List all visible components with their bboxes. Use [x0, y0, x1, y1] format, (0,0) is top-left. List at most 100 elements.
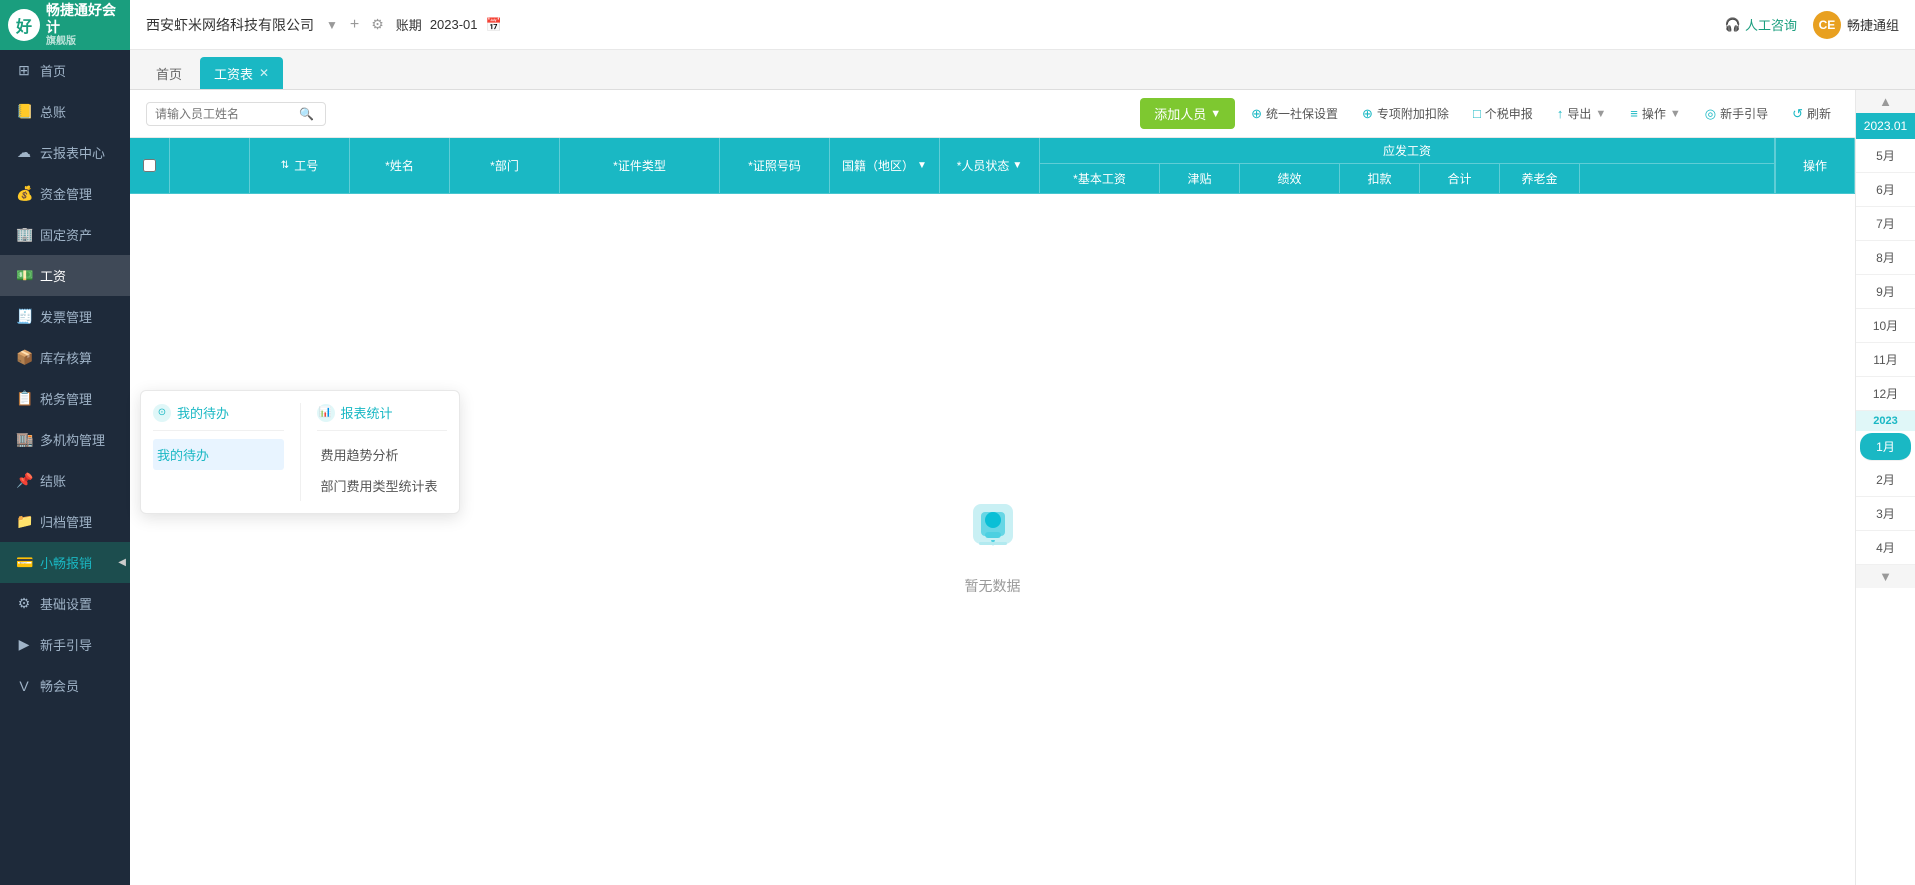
month-item-10[interactable]: 10月 — [1856, 309, 1915, 343]
sidebar-item-member[interactable]: V 畅会员 — [0, 665, 130, 706]
company-dropdown-arrow[interactable]: ▼ — [326, 18, 338, 32]
month-item-5[interactable]: 5月 — [1856, 139, 1915, 173]
dropdown-col-report-header: 📊 报表统计 — [317, 403, 448, 431]
operate-arrow: ▼ — [1670, 108, 1681, 120]
service-btn[interactable]: 🎧 人工咨询 — [1725, 15, 1797, 34]
month-item-3-2023[interactable]: 3月 — [1856, 497, 1915, 531]
tax-report-action[interactable]: □ 个税申报 — [1465, 101, 1541, 126]
tab-home[interactable]: 首页 — [142, 57, 196, 89]
operate-icon: ≡ — [1630, 106, 1638, 121]
month-item-7[interactable]: 7月 — [1856, 207, 1915, 241]
sidebar-label-home: 首页 — [40, 61, 66, 80]
dropdown-col-todo-header: ⊙ 我的待办 — [153, 403, 284, 431]
deduct-icon: ⊕ — [1362, 106, 1373, 122]
status-filter-icon[interactable]: ▼ — [917, 160, 927, 171]
month-3-2023-label: 3月 — [1876, 507, 1895, 521]
company-name: 西安虾米网络科技有限公司 — [146, 15, 314, 35]
sidebar-item-ledger[interactable]: 📒 总账 — [0, 91, 130, 132]
sidebar-item-closing[interactable]: 📌 结账 — [0, 460, 130, 501]
service-label: 人工咨询 — [1745, 15, 1797, 34]
sidebar-label-basic: 基础设置 — [40, 594, 92, 613]
tax-label: 个税申报 — [1485, 105, 1533, 122]
month-item-11[interactable]: 11月 — [1856, 343, 1915, 377]
search-icon: 🔍 — [299, 107, 314, 121]
sidebar-label-fund: 资金管理 — [40, 184, 92, 203]
calendar-icon[interactable]: 📅 — [486, 17, 502, 33]
name-sort-icon[interactable]: ⇅ — [281, 160, 289, 171]
cloud-icon: ☁ — [16, 144, 32, 161]
sidebar-item-salary[interactable]: 💵 工资 — [0, 255, 130, 296]
add-company-btn[interactable]: + — [350, 16, 359, 34]
sidebar-item-home[interactable]: ⊞ 首页 — [0, 50, 130, 91]
month-item-9[interactable]: 9月 — [1856, 275, 1915, 309]
logo-text: 畅捷通好会计 旗舰版 — [46, 2, 122, 48]
sidebar-item-cloud[interactable]: ☁ 云报表中心 — [0, 132, 130, 173]
sidebar-item-fixed[interactable]: 🏢 固定资产 — [0, 214, 130, 255]
month-item-12[interactable]: 12月 — [1856, 377, 1915, 411]
guide-action[interactable]: ◎ 新手引导 — [1697, 101, 1776, 126]
tab-salary[interactable]: 工资表 ✕ — [200, 57, 283, 89]
th-dept-label: *姓名 — [385, 157, 414, 174]
sidebar-item-xiaochang[interactable]: 💳 小畅报销 ◀ — [0, 542, 130, 583]
sidebar-item-fund[interactable]: 💰 资金管理 — [0, 173, 130, 214]
sidebar-item-inventory[interactable]: 📦 库存核算 — [0, 337, 130, 378]
guide-label: 新手引导 — [1720, 105, 1768, 122]
export-action[interactable]: ↑ 导出 ▼ — [1549, 101, 1614, 126]
month-nav-up[interactable]: ▲ — [1856, 90, 1915, 113]
dropdown-item-my-todo[interactable]: 我的待办 — [153, 439, 284, 470]
th-idtype: *部门 — [450, 138, 560, 193]
deduct-action[interactable]: ⊕ 专项附加扣除 — [1354, 101, 1457, 126]
select-all-checkbox[interactable] — [143, 159, 156, 172]
month-item-2-2023[interactable]: 2月 — [1856, 463, 1915, 497]
sidebar-item-basic[interactable]: ⚙ 基础设置 — [0, 583, 130, 624]
dept-cost-label: 部门费用类型统计表 — [321, 479, 438, 494]
empty-text: 暂无数据 — [965, 576, 1021, 596]
member-icon: V — [16, 678, 32, 694]
th-dept: *姓名 — [350, 138, 450, 193]
operate-action[interactable]: ≡ 操作 ▼ — [1622, 101, 1689, 126]
ledger-icon: 📒 — [16, 103, 32, 120]
sidebar-label-invoice: 发票管理 — [40, 307, 92, 326]
sidebar-item-tax[interactable]: 📋 税务管理 — [0, 378, 130, 419]
fixed-icon: 🏢 — [16, 226, 32, 243]
month-nav-down[interactable]: ▼ — [1856, 565, 1915, 588]
user-menu[interactable]: CE 畅捷通组 — [1813, 11, 1899, 39]
month-4-2023-label: 4月 — [1876, 541, 1895, 555]
add-btn-label: 添加人员 — [1154, 104, 1206, 123]
refresh-label: 刷新 — [1807, 105, 1831, 122]
settings-icon[interactable]: ⚙ — [371, 16, 384, 33]
month-item-1-2023[interactable]: 1月 — [1860, 433, 1911, 461]
sidebar-item-guide[interactable]: ▶ 新手引导 — [0, 624, 130, 665]
submit-filter-icon[interactable]: ▼ — [1012, 160, 1022, 171]
app-logo: 好 畅捷通好会计 旗舰版 — [0, 0, 130, 50]
add-person-button[interactable]: 添加人员 ▼ — [1140, 98, 1235, 129]
export-label: 导出 — [1567, 105, 1591, 122]
th-idtype-label: *部门 — [490, 157, 519, 174]
month-item-4-2023[interactable]: 4月 — [1856, 531, 1915, 565]
multi-icon: 🏬 — [16, 431, 32, 448]
empty-state: 暂无数据 — [130, 194, 1855, 885]
month-2-2023-label: 2月 — [1876, 473, 1895, 487]
sidebar-item-invoice[interactable]: 🧾 发票管理 — [0, 296, 130, 337]
month-9-label: 9月 — [1876, 285, 1895, 299]
social-security-action[interactable]: ⊕ 统一社保设置 — [1243, 101, 1346, 126]
dropdown-item-dept-cost[interactable]: 部门费用类型统计表 — [317, 470, 448, 501]
tab-close-icon[interactable]: ✕ — [259, 66, 269, 80]
archive-icon: 📁 — [16, 513, 32, 530]
tabbar: 首页 工资表 ✕ — [130, 50, 1915, 90]
sidebar-item-multi[interactable]: 🏬 多机构管理 — [0, 419, 130, 460]
th-checkbox[interactable] — [130, 138, 170, 193]
refresh-action[interactable]: ↺ 刷新 — [1784, 101, 1839, 126]
dropdown-divider — [300, 403, 301, 501]
topbar: 西安虾米网络科技有限公司 ▼ + ⚙ 账期 2023-01 📅 🎧 人工咨询 C… — [130, 0, 1915, 50]
month-panel-header: 2023.01 — [1856, 113, 1915, 139]
sidebar-item-archive[interactable]: 📁 归档管理 — [0, 501, 130, 542]
search-input[interactable] — [155, 107, 295, 121]
month-item-8[interactable]: 8月 — [1856, 241, 1915, 275]
search-box[interactable]: 🔍 — [146, 102, 326, 126]
tab-home-label: 首页 — [156, 64, 182, 83]
month-item-6[interactable]: 6月 — [1856, 173, 1915, 207]
th-payroll-group-label: 应发工资 — [1040, 138, 1774, 164]
dropdown-item-cost-trend[interactable]: 费用趋势分析 — [317, 439, 448, 470]
logo-sub: 旗舰版 — [46, 36, 122, 48]
